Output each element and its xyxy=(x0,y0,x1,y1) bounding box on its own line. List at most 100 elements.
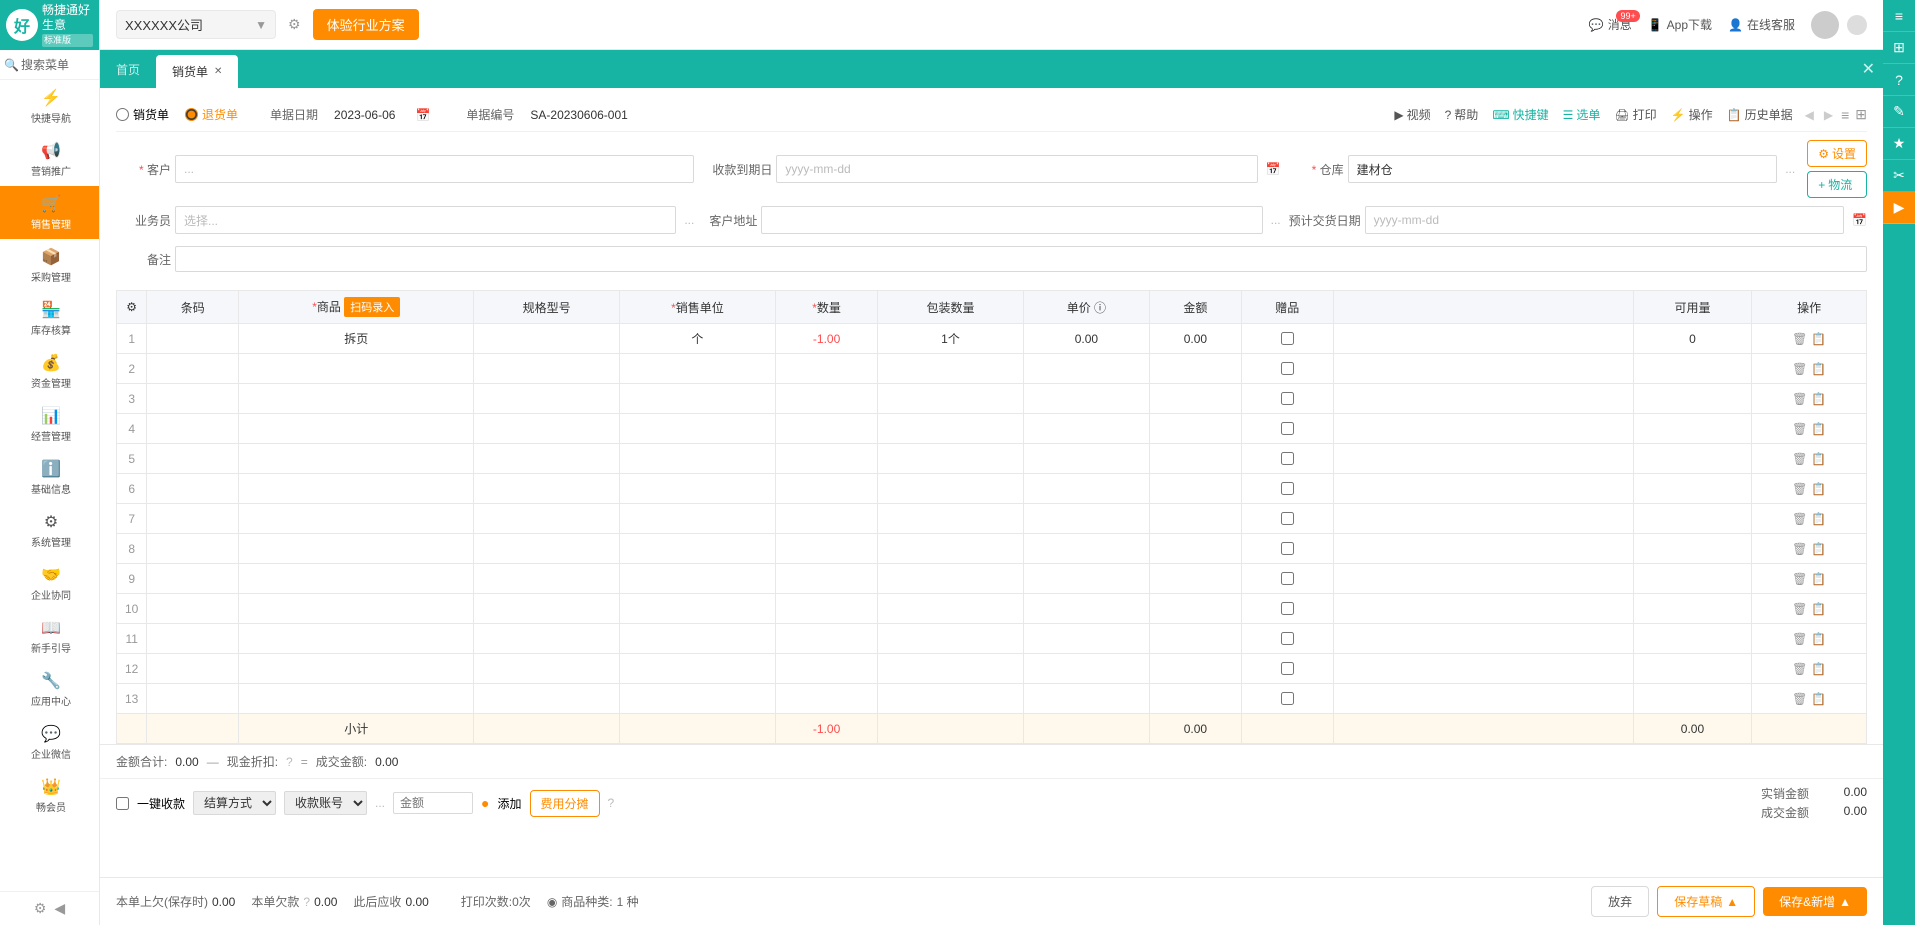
copy-row-icon[interactable]: 📋 xyxy=(1811,452,1826,466)
amount-cell[interactable] xyxy=(1149,444,1241,474)
pkg-qty-cell[interactable] xyxy=(878,354,1024,384)
price-cell[interactable] xyxy=(1023,534,1149,564)
qty-cell[interactable] xyxy=(775,384,877,414)
unit-cell[interactable] xyxy=(619,384,775,414)
product-cell[interactable]: 拆页 xyxy=(239,324,474,354)
qty-cell[interactable] xyxy=(775,474,877,504)
amount-cell[interactable] xyxy=(1149,564,1241,594)
qty-cell[interactable] xyxy=(775,564,877,594)
right-panel-btn-4[interactable]: ✎ xyxy=(1883,96,1915,128)
unit-cell[interactable] xyxy=(619,444,775,474)
gift-cell[interactable] xyxy=(1241,414,1333,444)
print-btn[interactable]: 🖨 打印 xyxy=(1610,104,1660,125)
qty-cell[interactable] xyxy=(775,684,877,714)
gift-checkbox[interactable] xyxy=(1281,512,1294,525)
gift-cell[interactable] xyxy=(1241,384,1333,414)
barcode-cell[interactable] xyxy=(147,414,239,444)
gift-cell[interactable] xyxy=(1241,624,1333,654)
copy-row-icon[interactable]: 📋 xyxy=(1811,692,1826,706)
spec-cell[interactable] xyxy=(474,594,620,624)
gift-cell[interactable] xyxy=(1241,444,1333,474)
remark-input[interactable] xyxy=(175,246,1867,272)
gift-cell[interactable] xyxy=(1241,534,1333,564)
delete-row-icon[interactable]: 🗑 xyxy=(1792,662,1807,676)
sales-order-radio[interactable]: 销货单 xyxy=(116,106,169,123)
unit-cell[interactable] xyxy=(619,414,775,444)
product-cell[interactable] xyxy=(239,444,474,474)
qty-cell[interactable] xyxy=(775,504,877,534)
spec-cell[interactable] xyxy=(474,384,620,414)
spec-cell[interactable] xyxy=(474,324,620,354)
list-view-icon[interactable]: ≡ xyxy=(1841,107,1849,123)
barcode-cell[interactable] xyxy=(147,474,239,504)
shortcut-btn[interactable]: ⌨ 快捷键 xyxy=(1488,104,1552,125)
close-tab-icon[interactable]: ✕ xyxy=(1862,59,1875,79)
online-service-action[interactable]: 👤 在线客服 xyxy=(1728,16,1795,33)
qty-cell[interactable] xyxy=(775,354,877,384)
unit-cell[interactable] xyxy=(619,624,775,654)
price-cell[interactable] xyxy=(1023,444,1149,474)
company-selector[interactable]: XXXXXX公司 ▼ xyxy=(116,10,276,39)
delete-row-icon[interactable]: 🗑 xyxy=(1792,392,1807,406)
payment-calendar-icon[interactable]: 📅 xyxy=(1266,162,1281,176)
right-panel-btn-2[interactable]: ⊞ xyxy=(1883,32,1915,64)
sidebar-item-wechat[interactable]: 💬 企业微信 xyxy=(0,716,99,769)
payment-more[interactable]: ... xyxy=(375,796,385,810)
tab-sales-order[interactable]: 销货单 ✕ xyxy=(156,55,238,88)
calendar-icon[interactable]: 📅 xyxy=(415,108,430,122)
copy-row-icon[interactable]: 📋 xyxy=(1811,392,1826,406)
price-cell[interactable] xyxy=(1023,594,1149,624)
barcode-cell[interactable] xyxy=(147,324,239,354)
help-btn[interactable]: ? 帮助 xyxy=(1441,104,1483,125)
qty-cell[interactable] xyxy=(775,594,877,624)
copy-row-icon[interactable]: 📋 xyxy=(1811,632,1826,646)
spec-cell[interactable] xyxy=(474,414,620,444)
amount-cell[interactable] xyxy=(1149,654,1241,684)
spec-cell[interactable] xyxy=(474,504,620,534)
sidebar-item-app-center[interactable]: 🔧 应用中心 xyxy=(0,663,99,716)
right-panel-btn-3[interactable]: ? xyxy=(1883,64,1915,96)
delete-row-icon[interactable]: 🗑 xyxy=(1792,692,1807,706)
unit-cell[interactable]: 个 xyxy=(619,324,775,354)
pkg-qty-cell[interactable] xyxy=(878,564,1024,594)
copy-row-icon[interactable]: 📋 xyxy=(1811,422,1826,436)
scan-button[interactable]: 扫码录入 xyxy=(344,297,400,317)
barcode-cell[interactable] xyxy=(147,384,239,414)
pkg-qty-cell[interactable] xyxy=(878,384,1024,414)
copy-row-icon[interactable]: 📋 xyxy=(1811,332,1826,346)
copy-row-icon[interactable]: 📋 xyxy=(1811,542,1826,556)
price-cell[interactable] xyxy=(1023,624,1149,654)
copy-row-icon[interactable]: 📋 xyxy=(1811,602,1826,616)
pkg-qty-cell[interactable] xyxy=(878,414,1024,444)
right-panel-btn-7[interactable]: ▶ xyxy=(1883,192,1915,224)
sidebar-item-marketing[interactable]: 📢 营销推广 xyxy=(0,133,99,186)
gift-checkbox[interactable] xyxy=(1281,602,1294,615)
gift-checkbox[interactable] xyxy=(1281,662,1294,675)
pkg-qty-cell[interactable] xyxy=(878,474,1024,504)
price-cell[interactable] xyxy=(1023,354,1149,384)
gift-checkbox[interactable] xyxy=(1281,392,1294,405)
unit-cell[interactable] xyxy=(619,354,775,384)
sidebar-item-system[interactable]: ⚙ 系统管理 xyxy=(0,504,99,557)
amount-cell[interactable] xyxy=(1149,414,1241,444)
unit-cell[interactable] xyxy=(619,594,775,624)
expense-button[interactable]: 费用分摊 xyxy=(530,790,600,817)
spec-cell[interactable] xyxy=(474,354,620,384)
barcode-cell[interactable] xyxy=(147,354,239,384)
add-payment-icon[interactable]: ● xyxy=(481,795,489,811)
grid-view-icon[interactable]: ⊞ xyxy=(1855,106,1867,123)
copy-row-icon[interactable]: 📋 xyxy=(1811,482,1826,496)
qty-cell[interactable]: -1.00 xyxy=(775,324,877,354)
gift-checkbox[interactable] xyxy=(1281,542,1294,555)
delete-row-icon[interactable]: 🗑 xyxy=(1792,332,1807,346)
spec-cell[interactable] xyxy=(474,564,620,594)
spec-cell[interactable] xyxy=(474,684,620,714)
abandon-button[interactable]: 放弃 xyxy=(1591,886,1649,917)
app-download-action[interactable]: 📱 App下载 xyxy=(1648,16,1712,33)
sidebar-item-guide[interactable]: 📖 新手引导 xyxy=(0,610,99,663)
gift-cell[interactable] xyxy=(1241,564,1333,594)
right-panel-btn-1[interactable]: ≡ xyxy=(1883,0,1915,32)
unit-cell[interactable] xyxy=(619,564,775,594)
price-cell[interactable] xyxy=(1023,654,1149,684)
copy-row-icon[interactable]: 📋 xyxy=(1811,512,1826,526)
